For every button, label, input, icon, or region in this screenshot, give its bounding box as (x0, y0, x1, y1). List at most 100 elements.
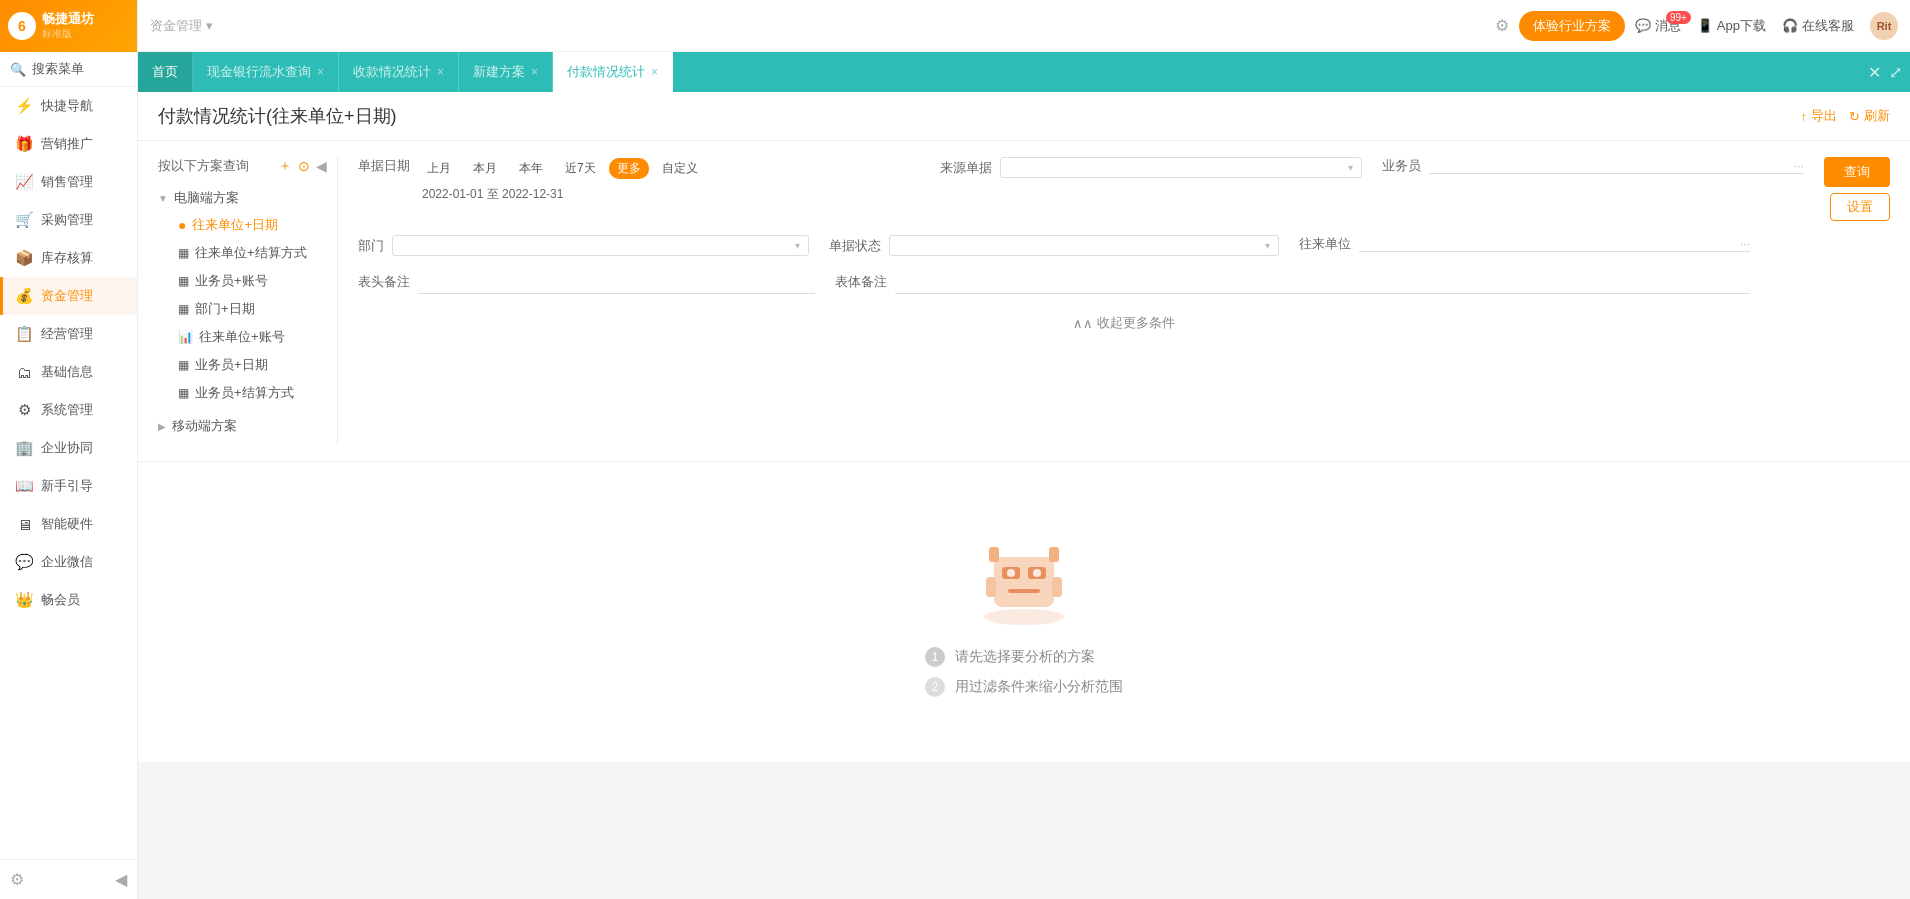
trial-button[interactable]: 体验行业方案 (1519, 11, 1625, 41)
collapse-button[interactable]: ∧∧ 收起更多条件 (1057, 308, 1191, 338)
scheme-item-label: 部门+日期 (195, 300, 255, 318)
date-btn-more[interactable]: 更多 (609, 158, 649, 179)
sidebar-item-wechat[interactable]: 💬 企业微信 (0, 543, 137, 581)
date-btn-last-7[interactable]: 近7天 (556, 157, 605, 180)
tab-home[interactable]: 首页 (138, 52, 193, 92)
counterpart-field: 往来单位 ··· (1299, 235, 1750, 253)
sidebar-item-label: 资金管理 (41, 287, 93, 305)
tab-receipt-stat-close[interactable]: × (437, 65, 444, 79)
scheme-item-staff-date[interactable]: ▦ 业务员+日期 (158, 351, 327, 379)
page-actions: ↑ 导出 ↻ 刷新 (1801, 107, 1891, 125)
sidebar-item-inventory[interactable]: 📦 库存核算 (0, 239, 137, 277)
logo-text: 畅捷通坊 (42, 11, 94, 27)
mobile-scheme-section-header[interactable]: ▶ 移动端方案 (158, 413, 327, 439)
sidebar-item-purchase[interactable]: 🛒 采购管理 (0, 201, 137, 239)
svg-rect-1 (994, 557, 1054, 607)
export-button[interactable]: ↑ 导出 (1801, 107, 1838, 125)
tab-payment-stat[interactable]: 付款情况统计 × (553, 52, 673, 92)
header-note-label: 表头备注 (358, 273, 410, 291)
scheme-settings-icon[interactable]: ⊙ (298, 158, 310, 174)
sidebar-item-member[interactable]: 👑 畅会员 (0, 581, 137, 619)
topbar-dropdown-icon[interactable]: ▾ (206, 18, 213, 33)
tab-new-scheme[interactable]: 新建方案 × (459, 52, 553, 92)
sidebar-item-operations[interactable]: 📋 经营管理 (0, 315, 137, 353)
date-btn-last-month[interactable]: 上月 (418, 157, 460, 180)
scheme-item-label: 往来单位+日期 (192, 216, 278, 234)
source-select[interactable]: ▾ (1000, 157, 1362, 178)
sidebar-item-quick-nav[interactable]: ⚡ 快捷导航 (0, 87, 137, 125)
tab-payment-stat-close[interactable]: × (651, 65, 658, 79)
svg-rect-8 (1049, 547, 1059, 562)
search-menu[interactable]: 🔍 搜索菜单 (0, 52, 137, 87)
scheme-collapse-icon[interactable]: ◀ (316, 158, 327, 174)
app-download-button[interactable]: 📱 App下载 (1697, 17, 1766, 35)
message-button[interactable]: 💬 消息 99+ (1635, 17, 1681, 35)
filter-settings-button[interactable]: 设置 (1830, 193, 1890, 221)
pc-scheme-section-header[interactable]: ▼ 电脑端方案 (158, 185, 327, 211)
refresh-button[interactable]: ↻ 刷新 (1849, 107, 1890, 125)
mobile-scheme-section: ▶ 移动端方案 (158, 413, 327, 439)
breadcrumb-text: 资金管理 (150, 17, 202, 35)
sidebar-item-marketing[interactable]: 🎁 营销推广 (0, 125, 137, 163)
basic-info-icon: 🗂 (15, 363, 33, 381)
footer-collapse-icon[interactable]: ◀ (115, 870, 127, 889)
date-btn-custom[interactable]: 自定义 (653, 157, 707, 180)
topbar-settings-icon[interactable]: ⚙ (1495, 16, 1509, 35)
header-note-input[interactable] (418, 270, 815, 294)
filter-row-1: 单据日期 上月 本月 本年 近7天 更多 自定义 2022-01-01 至 20… (358, 157, 1890, 221)
online-service-button[interactable]: 🎧 在线客服 (1782, 17, 1854, 35)
tab-receipt-stat-label: 收款情况统计 (353, 63, 431, 81)
message-icon: 💬 (1635, 18, 1651, 33)
wechat-icon: 💬 (15, 553, 33, 571)
scheme-item-staff-account[interactable]: ▦ 业务员+账号 (158, 267, 327, 295)
source-select-arrow: ▾ (1348, 162, 1353, 173)
date-btn-this-year[interactable]: 本年 (510, 157, 552, 180)
topbar-right: 💬 消息 99+ 📱 App下载 🎧 在线客服 Rit (1635, 12, 1898, 40)
app-label: App下载 (1717, 17, 1766, 35)
tab-bank-flow-close[interactable]: × (317, 65, 324, 79)
logo-info: 畅捷通坊 标准版 (42, 11, 94, 41)
collapse-label: 收起更多条件 (1097, 314, 1175, 332)
tab-bank-flow[interactable]: 现金银行流水查询 × (193, 52, 339, 92)
svg-point-10 (1033, 569, 1041, 577)
dept-select[interactable]: ▾ (392, 235, 809, 256)
tab-bank-flow-label: 现金银行流水查询 (207, 63, 311, 81)
tabs-bar: 首页 现金银行流水查询 × 收款情况统计 × 新建方案 × 付款情况统计 × ✕… (138, 52, 1910, 92)
sidebar-item-sales[interactable]: 📈 销售管理 (0, 163, 137, 201)
collapse-row: ∧∧ 收起更多条件 (358, 308, 1890, 338)
footer-settings-icon[interactable]: ⚙ (10, 870, 24, 889)
purchase-icon: 🛒 (15, 211, 33, 229)
sidebar-item-hardware[interactable]: 🖥 智能硬件 (0, 505, 137, 543)
page-title: 付款情况统计(往来单位+日期) (158, 104, 397, 128)
doc-status-select[interactable]: ▾ (889, 235, 1280, 256)
scheme-item-staff-settle[interactable]: ▦ 业务员+结算方式 (158, 379, 327, 407)
date-btn-this-month[interactable]: 本月 (464, 157, 506, 180)
sidebar-item-enterprise[interactable]: 🏢 企业协同 (0, 429, 137, 467)
scheme-icon: ▦ (178, 246, 189, 260)
staff-more-icon[interactable]: ··· (1794, 159, 1804, 173)
dept-field: 部门 ▾ (358, 235, 809, 256)
tab-close-all-icon[interactable]: ✕ (1868, 63, 1881, 82)
scheme-item-dept-date[interactable]: ▦ 部门+日期 (158, 295, 327, 323)
scheme-item-counterpart-account[interactable]: 📊 往来单位+账号 (158, 323, 327, 351)
scheme-panel-header: 按以下方案查询 ＋ ⊙ ◀ (158, 157, 327, 175)
scheme-item-counterpart-settle[interactable]: ▦ 往来单位+结算方式 (158, 239, 327, 267)
query-button[interactable]: 查询 (1824, 157, 1890, 187)
empty-illustration (964, 527, 1084, 627)
date-buttons: 上月 本月 本年 近7天 更多 自定义 (418, 157, 707, 180)
tab-receipt-stat[interactable]: 收款情况统计 × (339, 52, 459, 92)
tab-expand-icon[interactable]: ⤢ (1889, 63, 1902, 82)
sidebar-item-guide[interactable]: 📖 新手引导 (0, 467, 137, 505)
empty-step-2: 2 用过滤条件来缩小分析范围 (925, 677, 1123, 697)
sidebar-item-system[interactable]: ⚙ 系统管理 (0, 391, 137, 429)
sidebar-item-basic-info[interactable]: 🗂 基础信息 (0, 353, 137, 391)
sidebar-item-capital[interactable]: 💰 资金管理 (0, 277, 137, 315)
scheme-item-counterpart-date[interactable]: ● 往来单位+日期 (158, 211, 327, 239)
body-note-input[interactable] (895, 270, 1750, 294)
sidebar-item-label: 企业协同 (41, 439, 93, 457)
tab-new-scheme-close[interactable]: × (531, 65, 538, 79)
collapse-icon: ∧∧ (1073, 316, 1093, 331)
user-avatar[interactable]: Rit (1870, 12, 1898, 40)
counterpart-more-icon[interactable]: ··· (1740, 237, 1750, 251)
scheme-add-icon[interactable]: ＋ (278, 157, 292, 175)
